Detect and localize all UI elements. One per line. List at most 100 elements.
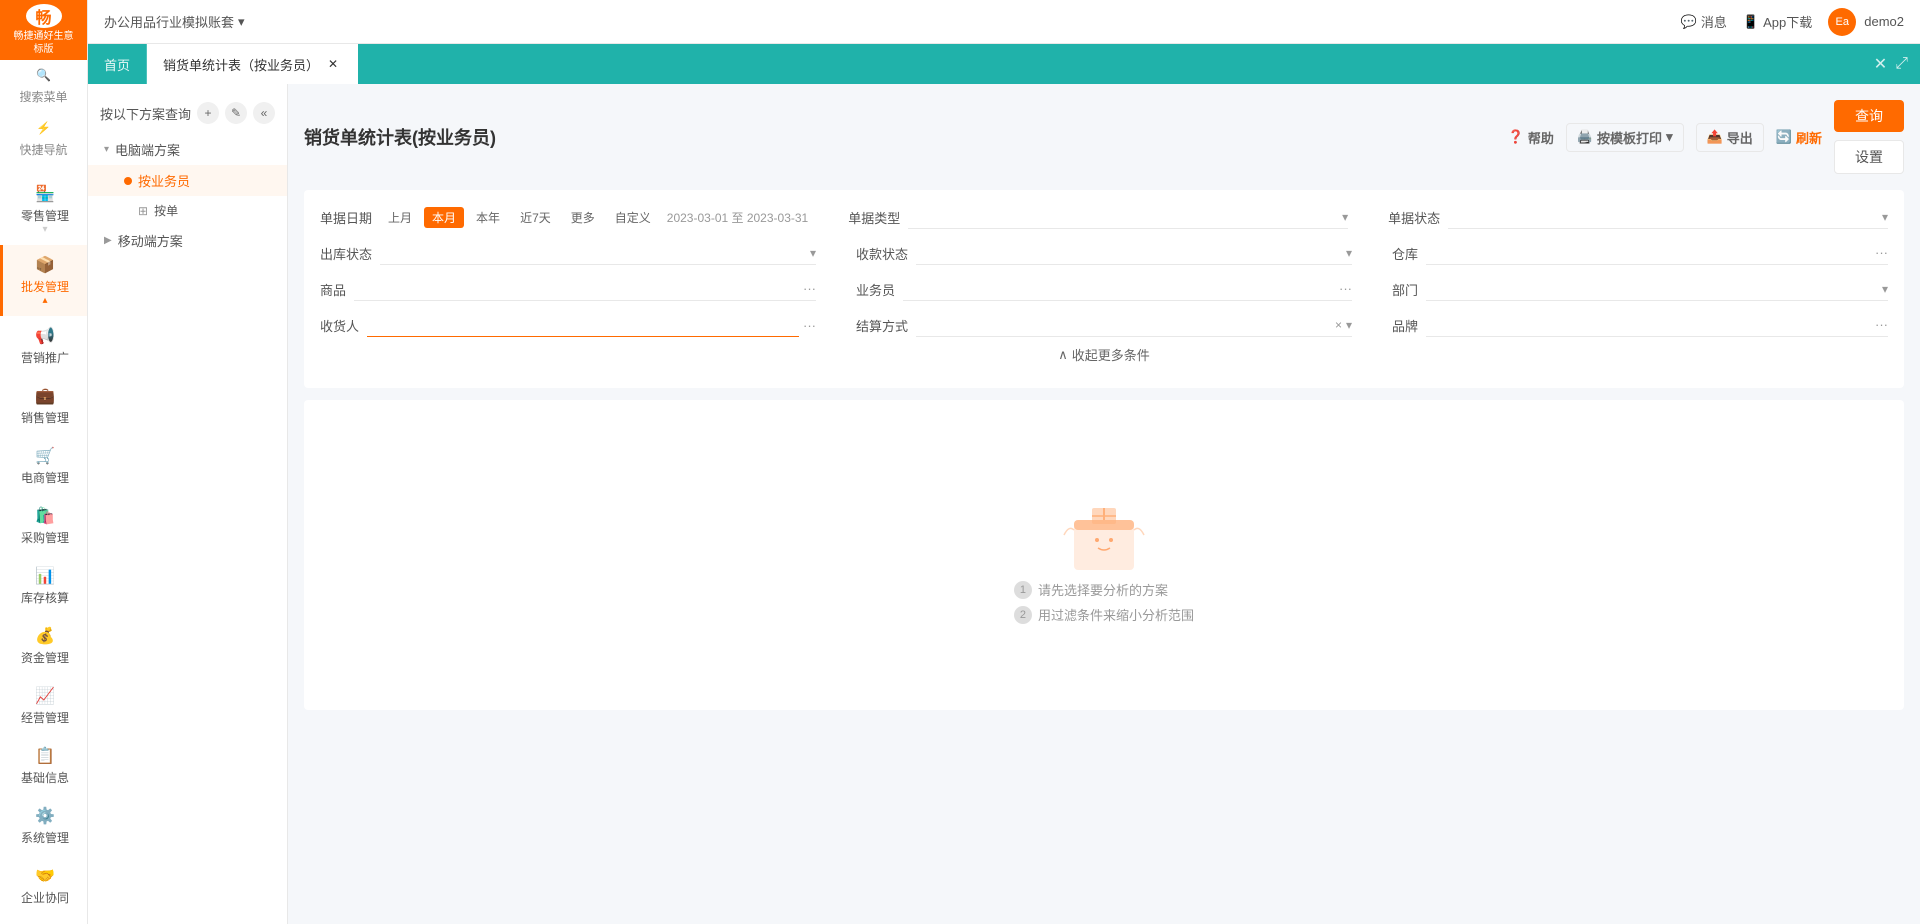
date-tab-last-7days[interactable]: 近7天 [512, 207, 559, 228]
doc-type-label: 单据类型 [848, 208, 900, 227]
help-button[interactable]: ❓ 帮助 [1508, 128, 1554, 147]
collapse-filters-button[interactable]: ∧ 收起更多条件 [320, 337, 1888, 372]
topbar-left: 办公用品行业模拟账套 ▾ [104, 12, 245, 31]
sidebar-search[interactable]: 🔍 搜索菜单 [7, 60, 79, 113]
warehouse-select[interactable]: ··· [1426, 241, 1888, 265]
add-scheme-button[interactable]: + [197, 102, 219, 124]
settlement-label: 结算方式 [856, 316, 908, 335]
sidebar-item-finance[interactable]: 💰 资金管理 [0, 616, 87, 676]
date-tab-more[interactable]: 更多 [563, 207, 603, 228]
left-panel-actions: + ✎ « [197, 102, 275, 124]
filter-settlement-item: 结算方式 × ▾ [856, 314, 1352, 337]
user-menu[interactable]: Ea demo2 [1828, 8, 1904, 36]
doc-status-select[interactable]: ▾ [1448, 206, 1888, 229]
department-select[interactable]: ▾ [1426, 278, 1888, 301]
payment-status-label: 收款状态 [856, 244, 908, 263]
refresh-icon: 🔄 [1776, 129, 1792, 145]
page-title-row: 销货单统计表(按业务员) ❓ 帮助 🖨️ 按模板打印 ▾ 📤 导出 [304, 100, 1904, 174]
print-arrow: ▾ [1666, 129, 1673, 145]
sidebar-item-purchase[interactable]: 🛍️ 采购管理 [0, 496, 87, 556]
collapse-panel-button[interactable]: « [253, 102, 275, 124]
collapse-icon: ∧ [1058, 347, 1068, 363]
sidebar-item-system[interactable]: ⚙️ 系统管理 [0, 796, 87, 856]
sidebar-item-sales[interactable]: 💼 销售管理 [0, 376, 87, 436]
sidebar-quick-nav[interactable]: ⚡ 快捷导航 [7, 113, 79, 166]
date-tab-this-month[interactable]: 本月 [424, 207, 464, 228]
sidebar-item-retail[interactable]: 🏪 零售管理 ▾ [0, 174, 87, 245]
app-logo[interactable]: 畅 畅捷通好生意 标版 [0, 0, 87, 60]
salesperson-select[interactable]: ··· [903, 277, 1352, 301]
marketing-icon: 📢 [35, 326, 55, 346]
breadcrumb-dropdown[interactable]: 办公用品行业模拟账套 ▾ [104, 12, 245, 31]
tree-mobile-section[interactable]: ▶ 移动端方案 [88, 225, 287, 256]
warehouse-dots[interactable]: ··· [1875, 245, 1888, 260]
retail-icon: 🏪 [35, 184, 55, 204]
by-salesperson-label: 按业务员 [138, 171, 190, 190]
brand-dots[interactable]: ··· [1875, 317, 1888, 332]
date-tab-this-year[interactable]: 本年 [468, 207, 508, 228]
payment-status-select[interactable]: ▾ [916, 242, 1352, 265]
tab-close-all-button[interactable]: ✕ [1874, 54, 1887, 74]
sidebar-item-ecommerce[interactable]: 🛒 电商管理 [0, 436, 87, 496]
date-tab-last-month[interactable]: 上月 [380, 207, 420, 228]
tree-item-by-order[interactable]: ⊞ 按单 [88, 196, 287, 225]
pc-section-label: 电脑端方案 [115, 140, 180, 159]
settlement-select[interactable]: × ▾ [916, 314, 1352, 337]
empty-hint-2: 2 用过滤条件来缩小分析范围 [1014, 605, 1194, 624]
out-status-select[interactable]: ▾ [380, 242, 816, 265]
payment-status-chevron: ▾ [1346, 246, 1352, 260]
sidebar-item-newbie[interactable]: 🎯 新手引导 [0, 916, 87, 924]
sidebar-item-enterprise[interactable]: 🤝 企业协同 [0, 856, 87, 916]
filter-date-item: 单据日期 上月 本月 本年 近7天 更多 自定义 2023-03-01 至 20… [320, 207, 808, 228]
salesperson-dots[interactable]: ··· [1339, 281, 1352, 296]
doc-status-label: 单据状态 [1388, 208, 1440, 227]
edit-scheme-button[interactable]: ✎ [225, 102, 247, 124]
goods-label: 商品 [320, 280, 346, 299]
retail-arrow: ▾ [42, 224, 47, 235]
tree-item-by-salesperson[interactable]: 按业务员 [88, 165, 287, 196]
filter-out-status-item: 出库状态 ▾ [320, 242, 816, 265]
warehouse-label: 仓库 [1392, 244, 1418, 263]
settlement-chevron: ▾ [1346, 318, 1352, 332]
doc-type-select[interactable]: ▾ [908, 206, 1348, 229]
filter-warehouse-item: 仓库 ··· [1392, 241, 1888, 265]
settings-button[interactable]: 设置 [1834, 140, 1904, 174]
filter-row-4: 收货人 ··· 结算方式 × ▾ 品牌 [320, 313, 1888, 337]
export-button[interactable]: 📤 导出 [1696, 123, 1764, 152]
sidebar-item-marketing[interactable]: 📢 营销推广 [0, 316, 87, 376]
goods-dots[interactable]: ··· [803, 281, 816, 296]
left-panel: 按以下方案查询 + ✎ « ▾ 电脑端方案 按业务员 ⊞ [88, 84, 288, 924]
filter-row-3: 商品 ··· 业务员 ··· 部门 [320, 277, 1888, 301]
tabbar-actions: ✕ ⤢ [1874, 54, 1920, 74]
sidebar-item-inventory[interactable]: 📊 库存核算 [0, 556, 87, 616]
sidebar-item-wholesale[interactable]: 📦 批发管理 ▴ [0, 245, 87, 316]
empty-state-card: 1 请先选择要分析的方案 2 用过滤条件来缩小分析范围 [304, 400, 1904, 710]
tab-close-button[interactable]: ✕ [325, 56, 341, 72]
settlement-clear-button[interactable]: × [1335, 318, 1342, 332]
goods-select[interactable]: ··· [354, 277, 816, 301]
by-order-label: 按单 [154, 202, 178, 219]
logo-icon: 畅 [26, 4, 62, 28]
message-button[interactable]: 💬 消息 [1681, 12, 1727, 31]
sidebar: 畅 畅捷通好生意 标版 🔍 搜索菜单 ⚡ 快捷导航 🏪 零售管理 ▾ 📦 批发管… [0, 0, 88, 924]
app-download-button[interactable]: 📱 App下载 [1743, 12, 1812, 31]
tab-sales-stat[interactable]: 销货单统计表（按业务员） ✕ [147, 44, 358, 84]
receiver-input[interactable] [367, 313, 799, 337]
refresh-button[interactable]: 🔄 刷新 [1776, 128, 1822, 147]
print-button[interactable]: 🖨️ 按模板打印 ▾ [1566, 123, 1684, 152]
out-status-label: 出库状态 [320, 244, 372, 263]
brand-select[interactable]: ··· [1426, 313, 1888, 337]
filter-doc-type-item: 单据类型 ▾ [848, 206, 1348, 229]
tree-pc-section[interactable]: ▾ 电脑端方案 [88, 134, 287, 165]
sidebar-item-basic[interactable]: 📋 基础信息 [0, 736, 87, 796]
department-chevron: ▾ [1882, 282, 1888, 296]
query-button[interactable]: 查询 [1834, 100, 1904, 132]
message-label: 消息 [1701, 12, 1727, 31]
sidebar-item-operations[interactable]: 📈 经营管理 [0, 676, 87, 736]
tab-expand-button[interactable]: ⤢ [1895, 55, 1908, 73]
tab-home[interactable]: 首页 [88, 44, 147, 84]
date-tab-custom[interactable]: 自定义 [607, 207, 659, 228]
doc-type-chevron: ▾ [1342, 210, 1348, 224]
receiver-dots[interactable]: ··· [803, 318, 816, 333]
salesperson-label: 业务员 [856, 280, 895, 299]
